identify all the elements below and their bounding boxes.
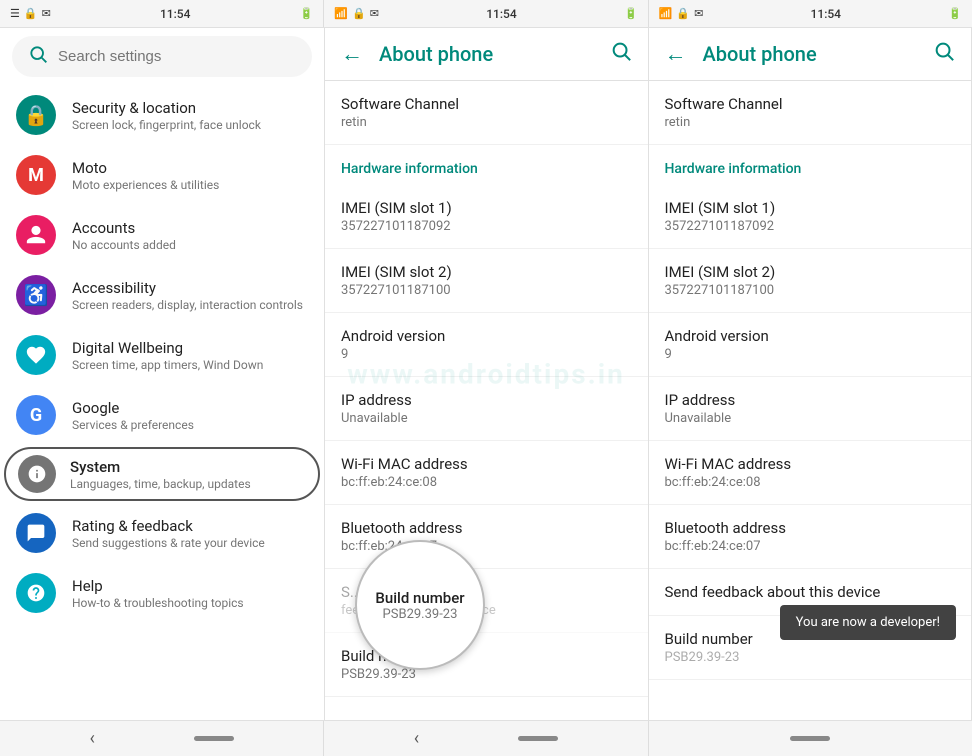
accessibility-title: Accessibility: [72, 279, 308, 297]
sidebar-item-digital-wellbeing[interactable]: Digital Wellbeing Screen time, app timer…: [0, 325, 324, 385]
rating-subtitle: Send suggestions & rate your device: [72, 536, 308, 550]
info-wifi-mid[interactable]: Wi-Fi MAC address bc:ff:eb:24:ce:08: [325, 441, 648, 505]
google-icon: G: [16, 395, 56, 435]
signal-icon-mid: 📶: [334, 7, 348, 20]
time-left: 11:54: [160, 7, 190, 21]
sim-icon: ☰: [10, 7, 20, 20]
build-circle-label: Build number: [375, 589, 464, 607]
msg-icon-mid: ✉: [370, 7, 379, 20]
accounts-title: Accounts: [72, 219, 308, 237]
info-ip-right[interactable]: IP address Unavailable: [649, 377, 972, 441]
system-subtitle: Languages, time, backup, updates: [70, 477, 306, 491]
status-section-right: 📶 🔒 ✉ 11:54 🔋: [649, 0, 972, 27]
info-imei1-right[interactable]: IMEI (SIM slot 1) 357227101187092: [649, 185, 972, 249]
info-bt-right[interactable]: Bluetooth address bc:ff:eb:24:ce:07: [649, 505, 972, 569]
search-bar[interactable]: [12, 36, 312, 77]
rating-title: Rating & feedback: [72, 517, 308, 535]
middle-panel-header: ← About phone: [325, 28, 648, 81]
battery-icon-right: 🔋: [948, 7, 962, 20]
help-title: Help: [72, 577, 308, 595]
google-title: Google: [72, 399, 308, 417]
back-icon-right[interactable]: ←: [665, 41, 687, 67]
sidebar-item-google[interactable]: G Google Services & preferences: [0, 385, 324, 445]
google-subtitle: Services & preferences: [72, 418, 308, 432]
help-subtitle: How-to & troubleshooting topics: [72, 596, 308, 610]
info-wifi-right[interactable]: Wi-Fi MAC address bc:ff:eb:24:ce:08: [649, 441, 972, 505]
accessibility-icon: ♿: [16, 275, 56, 315]
nav-back-left[interactable]: ‹: [89, 728, 94, 749]
info-imei2-mid[interactable]: IMEI (SIM slot 2) 357227101187100: [325, 249, 648, 313]
accessibility-subtitle: Screen readers, display, interaction con…: [72, 298, 308, 312]
lock-icon-mid: 🔒: [352, 7, 366, 20]
right-panel-header: ← About phone: [649, 28, 972, 81]
lock-icon: 🔒: [24, 7, 38, 20]
help-icon: [16, 573, 56, 613]
search-icon-middle[interactable]: [610, 40, 632, 68]
accounts-subtitle: No accounts added: [72, 238, 308, 252]
msg-icon: ✉: [42, 7, 51, 20]
info-android-right[interactable]: Android version 9: [649, 313, 972, 377]
security-title: Security & location: [72, 99, 308, 117]
info-imei2-right[interactable]: IMEI (SIM slot 2) 357227101187100: [649, 249, 972, 313]
settings-panel: 🔒 Security & location Screen lock, finge…: [0, 28, 325, 720]
build-circle-value: PSB29.39-23: [383, 607, 458, 622]
battery-icon-mid: 🔋: [624, 7, 638, 20]
sidebar-item-system[interactable]: System Languages, time, backup, updates: [4, 447, 320, 501]
digital-wellbeing-title: Digital Wellbeing: [72, 339, 308, 357]
info-hw-header-mid: Hardware information: [325, 145, 648, 185]
nav-section-mid: ‹: [324, 721, 648, 756]
sidebar-item-rating[interactable]: Rating & feedback Send suggestions & rat…: [0, 503, 324, 563]
status-section-left: ☰ 🔒 ✉ 11:54 🔋: [0, 0, 324, 27]
security-subtitle: Screen lock, fingerprint, face unlock: [72, 118, 308, 132]
signal-icon-right: 📶: [659, 7, 673, 20]
info-sw-channel-mid[interactable]: Software Channel retin: [325, 81, 648, 145]
security-icon: 🔒: [16, 95, 56, 135]
info-ip-mid[interactable]: IP address Unavailable: [325, 377, 648, 441]
back-icon-middle[interactable]: ←: [341, 41, 363, 67]
moto-icon: M: [16, 155, 56, 195]
info-android-mid[interactable]: Android version 9: [325, 313, 648, 377]
sidebar-item-help[interactable]: Help How-to & troubleshooting topics: [0, 563, 324, 623]
search-input[interactable]: [58, 48, 296, 65]
time-mid: 11:54: [486, 7, 516, 21]
msg-icon-right: ✉: [694, 7, 703, 20]
info-sw-channel-right[interactable]: Software Channel retin: [649, 81, 972, 145]
middle-panel-title: About phone: [379, 42, 594, 66]
nav-section-right: [649, 721, 972, 756]
sidebar-item-security[interactable]: 🔒 Security & location Screen lock, finge…: [0, 85, 324, 145]
rating-icon: [16, 513, 56, 553]
digital-wellbeing-subtitle: Screen time, app timers, Wind Down: [72, 358, 308, 372]
nav-pill-left: [194, 736, 234, 741]
nav-back-mid[interactable]: ‹: [414, 728, 419, 749]
moto-subtitle: Moto experiences & utilities: [72, 178, 308, 192]
status-icons-left: ☰ 🔒 ✉: [10, 7, 51, 20]
moto-title: Moto: [72, 159, 308, 177]
nav-bar: ‹ ‹: [0, 720, 972, 756]
status-bar: ☰ 🔒 ✉ 11:54 🔋 📶 🔒 ✉ 11:54 🔋 📶 🔒 ✉ 11:54: [0, 0, 972, 28]
search-icon: [28, 44, 48, 69]
system-icon: [18, 455, 56, 493]
status-section-mid: 📶 🔒 ✉ 11:54 🔋: [324, 0, 648, 27]
accounts-icon: [16, 215, 56, 255]
build-number-circle: Build number PSB29.39-23: [355, 540, 485, 670]
system-title: System: [70, 458, 306, 476]
time-right: 11:54: [811, 7, 841, 21]
sidebar-item-accessibility[interactable]: ♿ Accessibility Screen readers, display,…: [0, 265, 324, 325]
developer-toast: You are now a developer!: [780, 605, 956, 640]
sidebar-item-accounts[interactable]: Accounts No accounts added: [0, 205, 324, 265]
nav-pill-right: [790, 736, 830, 741]
battery-icon-left: 🔋: [300, 7, 314, 20]
digital-wellbeing-icon: [16, 335, 56, 375]
info-hw-header-right: Hardware information: [649, 145, 972, 185]
sidebar-item-moto[interactable]: M Moto Moto experiences & utilities: [0, 145, 324, 205]
settings-list: 🔒 Security & location Screen lock, finge…: [0, 85, 324, 720]
right-panel-title: About phone: [703, 42, 918, 66]
nav-section-left: ‹: [0, 721, 324, 756]
lock-icon-right: 🔒: [676, 7, 690, 20]
search-icon-right[interactable]: [933, 40, 955, 68]
nav-pill-mid: [518, 736, 558, 741]
info-imei1-mid[interactable]: IMEI (SIM slot 1) 357227101187092: [325, 185, 648, 249]
